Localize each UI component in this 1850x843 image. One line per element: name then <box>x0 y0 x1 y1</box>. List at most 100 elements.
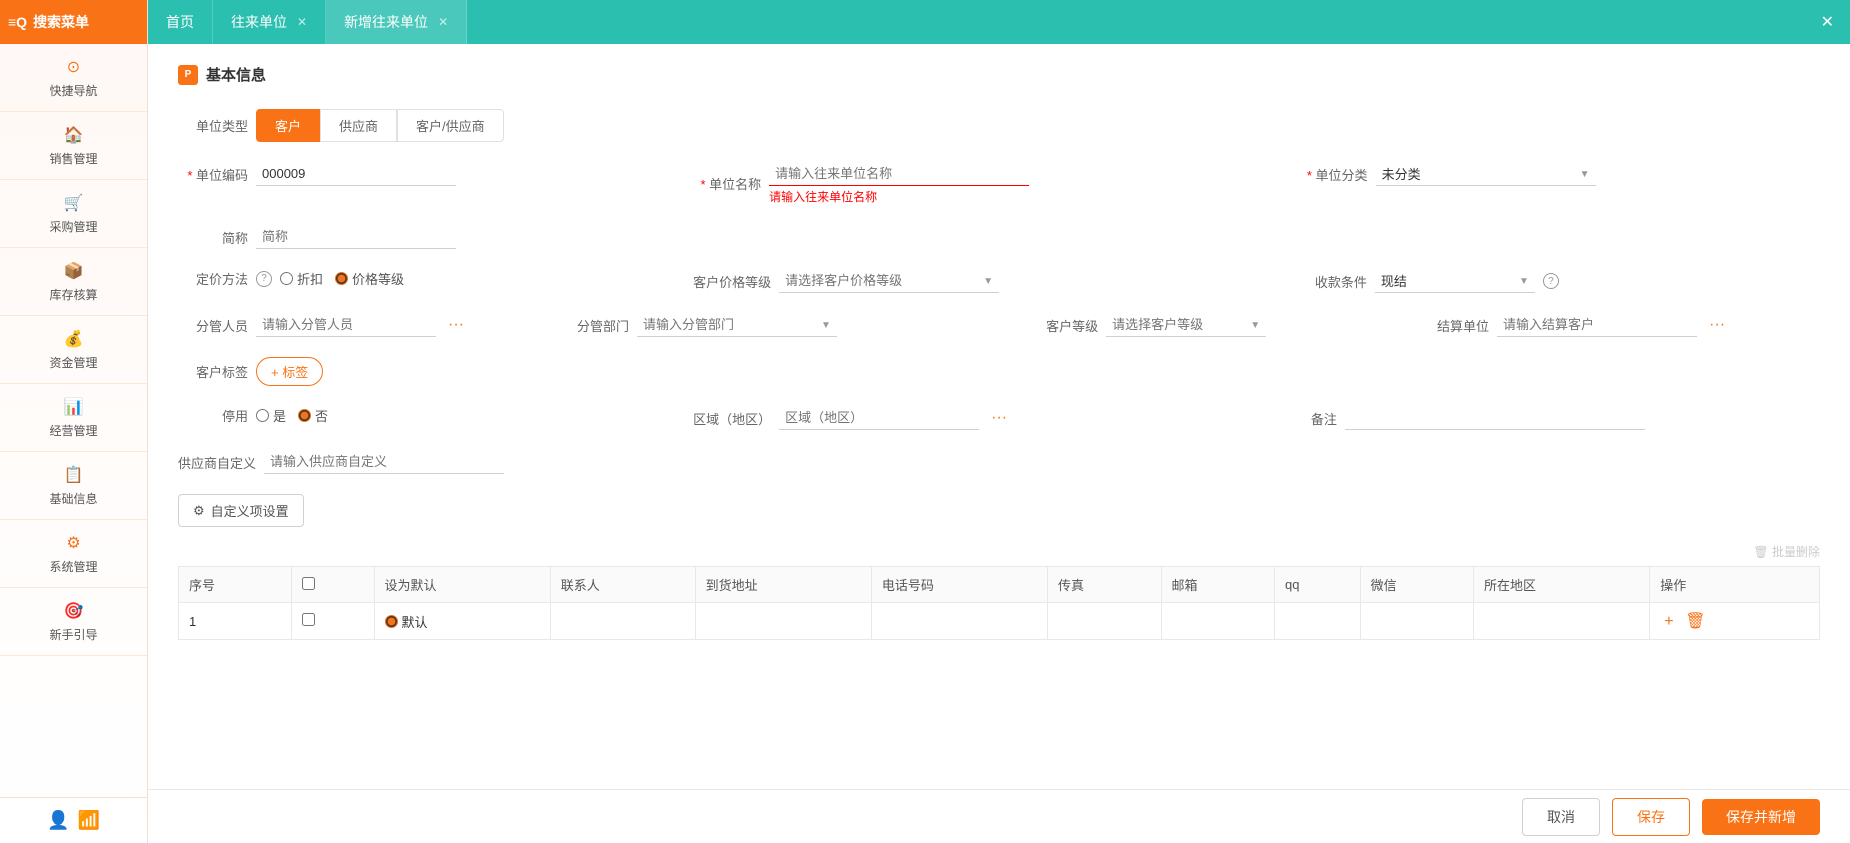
cell-address <box>695 603 871 640</box>
select-all-checkbox[interactable] <box>302 577 315 590</box>
customer-price-level-label: 客户价格等级 <box>691 272 771 291</box>
manager-group: 分管人员 ··· <box>178 313 569 337</box>
sidebar-item-basic[interactable]: 📋 基础信息 <box>0 452 147 520</box>
unit-name-label: 单位名称 <box>691 174 761 193</box>
payment-terms-group: 收款条件 ▼ ? <box>1307 269 1820 293</box>
sidebar-item-label: 采购管理 <box>49 218 97 235</box>
payment-terms-help-icon[interactable]: ? <box>1543 273 1559 289</box>
settlement-unit-group: 结算单位 ··· <box>1429 313 1820 337</box>
tab-new-partner[interactable]: 新增往来单位 ✕ <box>326 0 467 44</box>
pricing-level-option[interactable]: 价格等级 <box>335 269 404 288</box>
region-ellipsis[interactable]: ··· <box>987 409 1011 427</box>
notes-group: 备注 <box>1307 406 1820 430</box>
save-add-button[interactable]: 保存并新增 <box>1702 799 1820 835</box>
user-icon[interactable]: 👤 <box>47 810 69 831</box>
cell-phone <box>871 603 1047 640</box>
customer-price-level-input[interactable] <box>779 269 999 293</box>
sidebar-item-label: 基础信息 <box>49 490 97 507</box>
department-input[interactable] <box>637 313 837 337</box>
customer-level-label: 客户等级 <box>1038 316 1098 335</box>
col-email: 邮箱 <box>1161 567 1274 603</box>
unit-name-error: 请输入往来单位名称 <box>769 188 1029 205</box>
customer-price-level-wrapper: ▼ <box>779 269 999 293</box>
unit-category-input[interactable] <box>1376 162 1596 186</box>
customer-price-level-group: 客户价格等级 ▼ <box>691 269 1307 293</box>
type-btn-customer[interactable]: 客户 <box>256 109 320 142</box>
sidebar-item-guide[interactable]: 🎯 新手引导 <box>0 588 147 656</box>
unit-category-group: 单位分类 ▼ <box>1307 162 1820 186</box>
pricing-discount-radio[interactable] <box>280 272 293 285</box>
disabled-region-row: 停用 是 否 区域（地区） ··· 备注 <box>178 406 1820 430</box>
batch-delete-icon[interactable]: 🗑 批量删除 <box>1753 545 1820 559</box>
default-radio-label[interactable]: 默认 <box>385 612 540 631</box>
code-name-category-row: 单位编码 单位名称 请输入往来单位名称 单位分类 ▼ <box>178 162 1820 205</box>
delete-row-button[interactable]: 🗑 <box>1681 609 1709 633</box>
region-input[interactable] <box>779 406 979 430</box>
window-close-button[interactable]: ✕ <box>1805 12 1850 32</box>
settings-icon[interactable]: 📶 <box>78 810 100 831</box>
type-btn-both[interactable]: 客户/供应商 <box>397 109 504 142</box>
sidebar-search[interactable]: ≡Q 搜索菜单 <box>0 0 147 44</box>
col-region: 所在地区 <box>1474 567 1650 603</box>
sidebar-item-inventory[interactable]: 📦 库存核算 <box>0 248 147 316</box>
unit-code-input[interactable] <box>256 162 456 186</box>
settlement-unit-ellipsis[interactable]: ··· <box>1705 316 1729 334</box>
sidebar-item-label: 经营管理 <box>49 422 97 439</box>
sidebar-item-purchase[interactable]: 🛒 采购管理 <box>0 180 147 248</box>
form-footer: 取消 保存 保存并新增 <box>148 789 1850 843</box>
sidebar-item-label: 销售管理 <box>49 150 97 167</box>
department-label: 分管部门 <box>569 316 629 335</box>
pricing-level-radio[interactable] <box>335 272 348 285</box>
unit-name-input[interactable] <box>769 162 1029 186</box>
tab-new-partner-close[interactable]: ✕ <box>438 15 448 29</box>
tab-home[interactable]: 首页 <box>148 0 213 44</box>
cell-action: + 🗑 <box>1650 603 1820 640</box>
supplier-custom-label: 供应商自定义 <box>178 453 256 472</box>
sidebar-item-finance[interactable]: 💰 资金管理 <box>0 316 147 384</box>
cell-fax <box>1048 603 1161 640</box>
disabled-label: 停用 <box>178 406 248 425</box>
basic-icon: 📋 <box>63 464 85 486</box>
sidebar-item-quick-nav[interactable]: ⊙ 快捷导航 <box>0 44 147 112</box>
disabled-yes-radio[interactable] <box>256 409 269 422</box>
quick-nav-icon: ⊙ <box>63 56 85 78</box>
payment-terms-input[interactable] <box>1375 269 1535 293</box>
abbr-input[interactable] <box>256 225 456 249</box>
tab-partners[interactable]: 往来单位 ✕ <box>213 0 326 44</box>
pricing-help-icon[interactable]: ? <box>256 271 272 287</box>
abbr-row: 简称 <box>178 225 1820 249</box>
supplier-custom-input[interactable] <box>264 450 504 474</box>
col-wechat: 微信 <box>1360 567 1473 603</box>
customer-level-group: 客户等级 ▼ <box>1038 313 1429 337</box>
add-row-button[interactable]: + <box>1660 611 1677 633</box>
add-tag-button[interactable]: + 标签 <box>256 357 323 386</box>
manager-ellipsis[interactable]: ··· <box>444 316 468 334</box>
pricing-discount-option[interactable]: 折扣 <box>280 269 323 288</box>
manager-input[interactable] <box>256 313 436 337</box>
payment-terms-wrapper: ▼ <box>1375 269 1535 293</box>
disabled-no-option[interactable]: 否 <box>298 406 328 425</box>
unit-type-row: 单位类型 客户 供应商 客户/供应商 <box>178 109 1820 142</box>
cell-contact <box>550 603 695 640</box>
settlement-unit-input[interactable] <box>1497 313 1697 337</box>
sidebar-item-sales[interactable]: 🏠 销售管理 <box>0 112 147 180</box>
cell-checkbox <box>292 603 374 640</box>
tab-partners-close[interactable]: ✕ <box>297 15 307 29</box>
type-btn-supplier[interactable]: 供应商 <box>320 109 397 142</box>
save-button[interactable]: 保存 <box>1612 798 1690 836</box>
col-checkbox <box>292 567 374 603</box>
notes-label: 备注 <box>1307 409 1337 428</box>
unit-type-group: 单位类型 客户 供应商 客户/供应商 <box>178 109 1820 142</box>
default-radio[interactable] <box>385 615 398 628</box>
disabled-no-radio[interactable] <box>298 409 311 422</box>
disabled-yes-option[interactable]: 是 <box>256 406 286 425</box>
custom-settings-button[interactable]: ⚙ 自定义项设置 <box>178 494 304 527</box>
sidebar-item-operation[interactable]: 📊 经营管理 <box>0 384 147 452</box>
unit-code-group: 单位编码 <box>178 162 691 186</box>
customer-level-input[interactable] <box>1106 313 1266 337</box>
row-checkbox[interactable] <box>302 613 315 626</box>
sidebar-item-system[interactable]: ⚙ 系统管理 <box>0 520 147 588</box>
tags-row: 客户标签 + 标签 <box>178 357 1820 386</box>
notes-input[interactable] <box>1345 406 1645 430</box>
cancel-button[interactable]: 取消 <box>1522 798 1600 836</box>
